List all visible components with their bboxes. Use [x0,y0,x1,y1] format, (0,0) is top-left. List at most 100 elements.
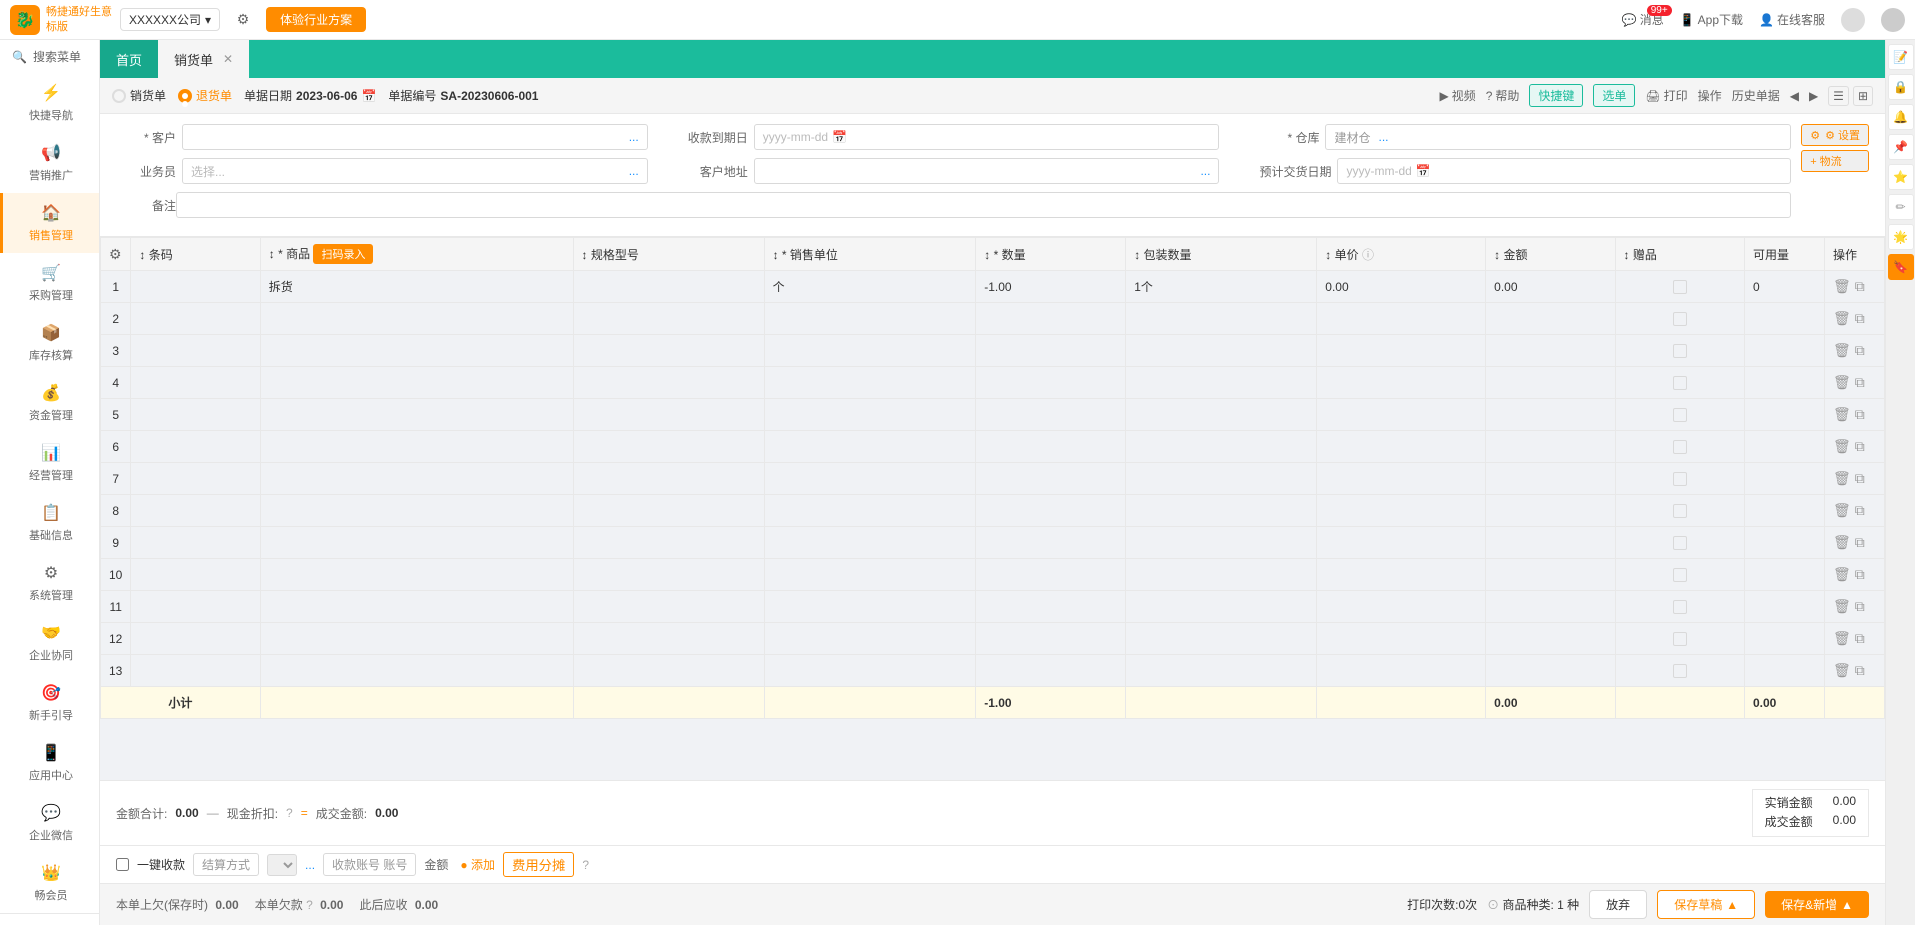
cell-amount-11[interactable] [1486,623,1615,655]
pay-method[interactable]: 结算方式 [193,853,259,876]
cell-amount-12[interactable] [1486,655,1615,687]
sidebar-item-member[interactable]: 👑 畅会员 [0,853,99,913]
cell-unit-2[interactable] [764,335,976,367]
sidebar-item-quick-nav[interactable]: ⚡ 快捷导航 [0,73,99,133]
copy-icon-11[interactable]: ⧉ [1855,630,1865,647]
cell-unit-price-2[interactable] [1317,335,1486,367]
company-selector[interactable]: XXXXXX公司 ▾ [120,8,220,31]
cell-barcode-2[interactable] [131,335,260,367]
expected-calendar-icon[interactable]: 📅 [1416,164,1431,178]
cell-unit-price-11[interactable] [1317,623,1486,655]
cell-unit-price-6[interactable] [1317,463,1486,495]
calendar-icon[interactable]: 📅 [832,130,847,144]
right-panel-btn-5[interactable]: ⭐ [1888,164,1914,190]
gift-checkbox-10[interactable] [1673,600,1687,614]
prev-btn[interactable]: ◀ [1790,89,1799,103]
cell-unit-price-7[interactable] [1317,495,1486,527]
sidebar-item-enterprise[interactable]: 🤝 企业协同 [0,613,99,673]
calendar-icon[interactable]: 📅 [361,89,376,103]
cell-product-9[interactable] [260,559,573,591]
cell-product-0[interactable]: 拆货 [260,271,573,303]
copy-icon-9[interactable]: ⧉ [1855,566,1865,583]
customer-dots[interactable]: ... [629,130,639,144]
cell-pack-qty-7[interactable] [1126,495,1317,527]
cell-unit-9[interactable] [764,559,976,591]
copy-icon-3[interactable]: ⧉ [1855,374,1865,391]
delete-icon-5[interactable]: 🗑 [1833,438,1851,455]
tab-sales-order[interactable]: 销货单 ✕ [158,40,249,78]
cell-unit-12[interactable] [764,655,976,687]
app-download-button[interactable]: 📱 App下载 [1680,11,1743,28]
cell-unit-7[interactable] [764,495,976,527]
cell-pack-qty-0[interactable]: 1个 [1126,271,1317,303]
cell-barcode-1[interactable] [131,303,260,335]
cell-product-6[interactable] [260,463,573,495]
gift-checkbox-8[interactable] [1673,536,1687,550]
cell-gift-9[interactable] [1615,559,1744,591]
cell-amount-6[interactable] [1486,463,1615,495]
cell-product-5[interactable] [260,431,573,463]
cell-gift-6[interactable] [1615,463,1744,495]
cell-spec-7[interactable] [573,495,764,527]
gift-checkbox-5[interactable] [1673,440,1687,454]
cell-unit-6[interactable] [764,463,976,495]
copy-icon-2[interactable]: ⧉ [1855,342,1865,359]
warehouse-dots[interactable]: ... [1378,130,1388,144]
cell-barcode-0[interactable] [131,271,260,303]
cell-unit-price-10[interactable] [1317,591,1486,623]
cell-unit-price-8[interactable] [1317,527,1486,559]
delete-icon-7[interactable]: 🗑 [1833,502,1851,519]
cell-barcode-10[interactable] [131,591,260,623]
cell-unit-0[interactable]: 个 [764,271,976,303]
cell-unit-price-4[interactable] [1317,399,1486,431]
due-date-input[interactable]: yyyy-mm-dd 📅 [754,124,1220,150]
cell-qty-2[interactable] [976,335,1126,367]
video-btn[interactable]: ▶ 视频 [1439,87,1475,104]
cell-pack-qty-6[interactable] [1126,463,1317,495]
cell-unit-price-9[interactable] [1317,559,1486,591]
cell-pack-qty-10[interactable] [1126,591,1317,623]
salesperson-dots[interactable]: ... [629,164,639,178]
save-new-button[interactable]: 保存&新增 ▲ [1765,891,1869,918]
salesperson-input[interactable]: 选择... ... [182,158,648,184]
remarks-input[interactable] [176,192,1791,218]
cell-spec-2[interactable] [573,335,764,367]
draft-button[interactable]: 保存草稿 ▲ [1657,890,1755,919]
gift-checkbox-2[interactable] [1673,344,1687,358]
right-panel-btn-7[interactable]: 🌟 [1888,224,1914,250]
avatar[interactable] [1841,8,1865,32]
copy-icon-0[interactable]: ⧉ [1855,278,1865,295]
scan-button[interactable]: 扫码录入 [313,244,373,264]
cell-barcode-5[interactable] [131,431,260,463]
sidebar-item-guide[interactable]: 🎯 新手引导 [0,673,99,733]
cell-pack-qty-2[interactable] [1126,335,1317,367]
cell-product-10[interactable] [260,591,573,623]
cell-product-3[interactable] [260,367,573,399]
pay-account[interactable]: 收款账号 账号 [323,853,416,876]
gift-checkbox-11[interactable] [1673,632,1687,646]
radio-sales-order[interactable]: 销货单 [112,87,166,104]
message-button[interactable]: 💬 消息 99+ [1622,11,1664,28]
cell-pack-qty-8[interactable] [1126,527,1317,559]
sidebar-search[interactable]: 🔍 搜索菜单 [0,40,99,73]
sidebar-item-sales[interactable]: 🏠 销售管理 [0,193,99,253]
gift-checkbox-7[interactable] [1673,504,1687,518]
gift-checkbox-12[interactable] [1673,664,1687,678]
settings-icon[interactable]: ⚙ [228,5,258,35]
cell-amount-10[interactable] [1486,591,1615,623]
pay-dots[interactable]: ... [305,858,315,872]
gift-checkbox-0[interactable] [1673,280,1687,294]
delete-icon-3[interactable]: 🗑 [1833,374,1851,391]
delete-icon-0[interactable]: 🗑 [1833,278,1851,295]
cell-spec-1[interactable] [573,303,764,335]
delete-icon-9[interactable]: 🗑 [1833,566,1851,583]
cell-amount-4[interactable] [1486,399,1615,431]
copy-icon-7[interactable]: ⧉ [1855,502,1865,519]
cell-barcode-11[interactable] [131,623,260,655]
address-dots[interactable]: ... [1200,164,1210,178]
cell-qty-0[interactable]: -1.00 [976,271,1126,303]
cell-qty-8[interactable] [976,527,1126,559]
cell-unit-price-5[interactable] [1317,431,1486,463]
copy-icon-5[interactable]: ⧉ [1855,438,1865,455]
trial-button[interactable]: 体验行业方案 [266,7,366,32]
